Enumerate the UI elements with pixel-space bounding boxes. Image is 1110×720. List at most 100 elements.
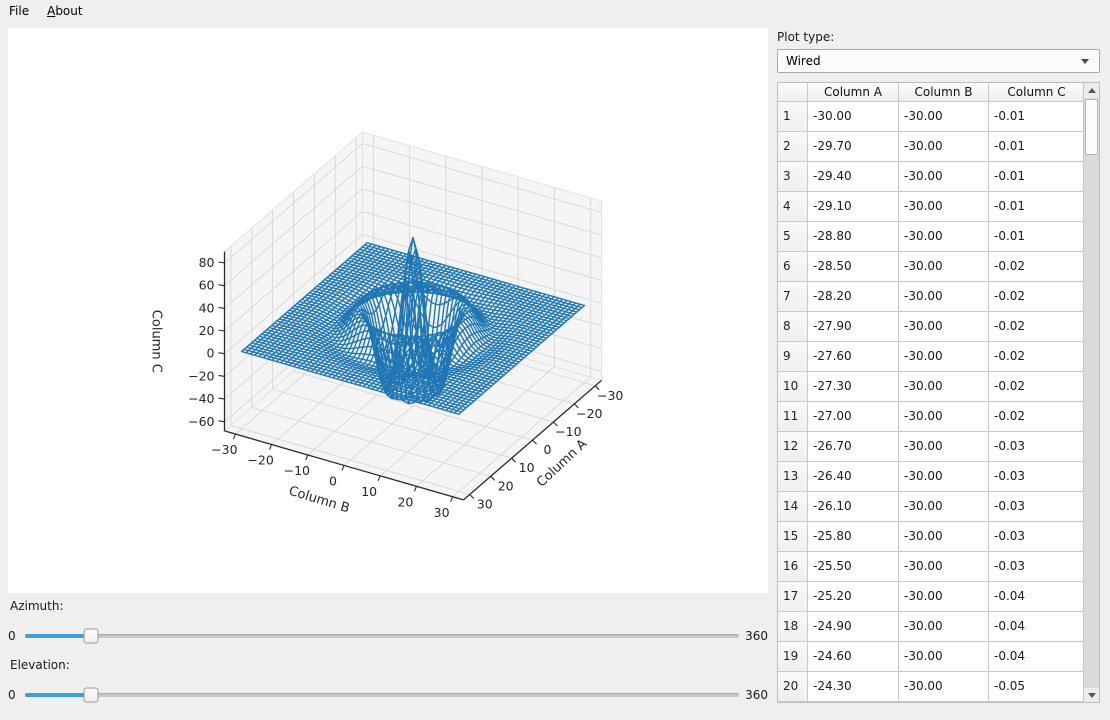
table-header-column-a[interactable]: Column A [808,83,899,101]
table-row[interactable]: 9-27.60-30.00-0.02 [778,342,1083,372]
table-row[interactable]: 8-27.90-30.00-0.02 [778,312,1083,342]
table-row[interactable]: 2-29.70-30.00-0.01 [778,132,1083,162]
cell-column-c[interactable]: -0.04 [989,612,1083,642]
table-row[interactable]: 10-27.30-30.00-0.02 [778,372,1083,402]
cell-column-c[interactable]: -0.01 [989,132,1083,162]
azimuth-slider-handle[interactable] [84,629,99,644]
cell-column-a[interactable]: -30.00 [808,102,899,132]
cell-column-b[interactable]: -30.00 [899,612,989,642]
scrollbar-groove[interactable] [1084,98,1099,687]
table-row[interactable]: 14-26.10-30.00-0.03 [778,492,1083,522]
cell-column-c[interactable]: -0.03 [989,462,1083,492]
scrollbar-up-button[interactable] [1084,83,1099,98]
svg-text:0: 0 [207,346,215,361]
cell-column-b[interactable]: -30.00 [899,132,989,162]
cell-column-c[interactable]: -0.05 [989,672,1083,702]
cell-column-c[interactable]: -0.04 [989,642,1083,672]
cell-column-b[interactable]: -30.00 [899,282,989,312]
cell-column-a[interactable]: -25.80 [808,522,899,552]
cell-column-b[interactable]: -30.00 [899,312,989,342]
table-row[interactable]: 11-27.00-30.00-0.02 [778,402,1083,432]
scrollbar-thumb[interactable] [1085,99,1098,155]
table-row[interactable]: 15-25.80-30.00-0.03 [778,522,1083,552]
cell-column-c[interactable]: -0.01 [989,192,1083,222]
cell-column-b[interactable]: -30.00 [899,162,989,192]
cell-column-b[interactable]: -30.00 [899,342,989,372]
table-row[interactable]: 7-28.20-30.00-0.02 [778,282,1083,312]
cell-column-b[interactable]: -30.00 [899,642,989,672]
cell-column-a[interactable]: -28.50 [808,252,899,282]
cell-column-c[interactable]: -0.02 [989,372,1083,402]
cell-column-a[interactable]: -29.10 [808,192,899,222]
cell-column-c[interactable]: -0.01 [989,102,1083,132]
cell-column-c[interactable]: -0.01 [989,162,1083,192]
elevation-slider[interactable] [25,693,739,697]
cell-column-a[interactable]: -25.50 [808,552,899,582]
cell-column-a[interactable]: -24.90 [808,612,899,642]
cell-column-a[interactable]: -27.90 [808,312,899,342]
table-row[interactable]: 17-25.20-30.00-0.04 [778,582,1083,612]
cell-column-b[interactable]: -30.00 [899,582,989,612]
cell-column-c[interactable]: -0.01 [989,222,1083,252]
cell-column-a[interactable]: -25.20 [808,582,899,612]
cell-column-c[interactable]: -0.03 [989,552,1083,582]
cell-column-a[interactable]: -29.70 [808,132,899,162]
cell-column-a[interactable]: -28.80 [808,222,899,252]
azimuth-slider[interactable] [25,634,739,638]
table-row[interactable]: 6-28.50-30.00-0.02 [778,252,1083,282]
plot-canvas[interactable]: −30−20−100102030−30−20−10010203080604020… [8,28,768,593]
table-row[interactable]: 12-26.70-30.00-0.03 [778,432,1083,462]
cell-column-b[interactable]: -30.00 [899,522,989,552]
cell-column-a[interactable]: -27.60 [808,342,899,372]
menu-about[interactable]: About [38,1,92,21]
cell-column-b[interactable]: -30.00 [899,222,989,252]
table-row[interactable]: 1-30.00-30.00-0.01 [778,102,1083,132]
table-row[interactable]: 20-24.30-30.00-0.05 [778,672,1083,702]
cell-column-b[interactable]: -30.00 [899,672,989,702]
table-row[interactable]: 13-26.40-30.00-0.03 [778,462,1083,492]
cell-column-c[interactable]: -0.02 [989,402,1083,432]
row-index-cell: 12 [778,432,808,462]
cell-column-b[interactable]: -30.00 [899,492,989,522]
cell-column-a[interactable]: -27.00 [808,402,899,432]
menu-file-label: File [9,4,29,18]
cell-column-a[interactable]: -27.30 [808,372,899,402]
cell-column-b[interactable]: -30.00 [899,192,989,222]
table-row[interactable]: 16-25.50-30.00-0.03 [778,552,1083,582]
figure-area: −30−20−100102030−30−20−10010203080604020… [8,28,768,593]
cell-column-a[interactable]: -29.40 [808,162,899,192]
cell-column-a[interactable]: -24.60 [808,642,899,672]
table-header-column-c[interactable]: Column C [989,83,1084,101]
cell-column-c[interactable]: -0.02 [989,342,1083,372]
cell-column-b[interactable]: -30.00 [899,252,989,282]
cell-column-c[interactable]: -0.02 [989,282,1083,312]
cell-column-c[interactable]: -0.02 [989,252,1083,282]
cell-column-b[interactable]: -30.00 [899,552,989,582]
cell-column-a[interactable]: -26.40 [808,462,899,492]
table-header-column-b[interactable]: Column B [899,83,989,101]
cell-column-a[interactable]: -26.70 [808,432,899,462]
cell-column-a[interactable]: -28.20 [808,282,899,312]
cell-column-b[interactable]: -30.00 [899,102,989,132]
plot-type-select[interactable]: Wired [777,49,1100,73]
table-scrollbar[interactable] [1083,83,1099,702]
cell-column-c[interactable]: -0.03 [989,432,1083,462]
cell-column-b[interactable]: -30.00 [899,462,989,492]
cell-column-c[interactable]: -0.04 [989,582,1083,612]
cell-column-b[interactable]: -30.00 [899,402,989,432]
table-row[interactable]: 18-24.90-30.00-0.04 [778,612,1083,642]
cell-column-b[interactable]: -30.00 [899,432,989,462]
table-row[interactable]: 19-24.60-30.00-0.04 [778,642,1083,672]
table-row[interactable]: 5-28.80-30.00-0.01 [778,222,1083,252]
cell-column-a[interactable]: -26.10 [808,492,899,522]
elevation-slider-handle[interactable] [84,688,99,703]
cell-column-c[interactable]: -0.02 [989,312,1083,342]
table-row[interactable]: 4-29.10-30.00-0.01 [778,192,1083,222]
table-row[interactable]: 3-29.40-30.00-0.01 [778,162,1083,192]
cell-column-a[interactable]: -24.30 [808,672,899,702]
scrollbar-down-button[interactable] [1084,687,1099,702]
cell-column-c[interactable]: -0.03 [989,522,1083,552]
cell-column-c[interactable]: -0.03 [989,492,1083,522]
menu-file[interactable]: File [0,1,38,21]
cell-column-b[interactable]: -30.00 [899,372,989,402]
